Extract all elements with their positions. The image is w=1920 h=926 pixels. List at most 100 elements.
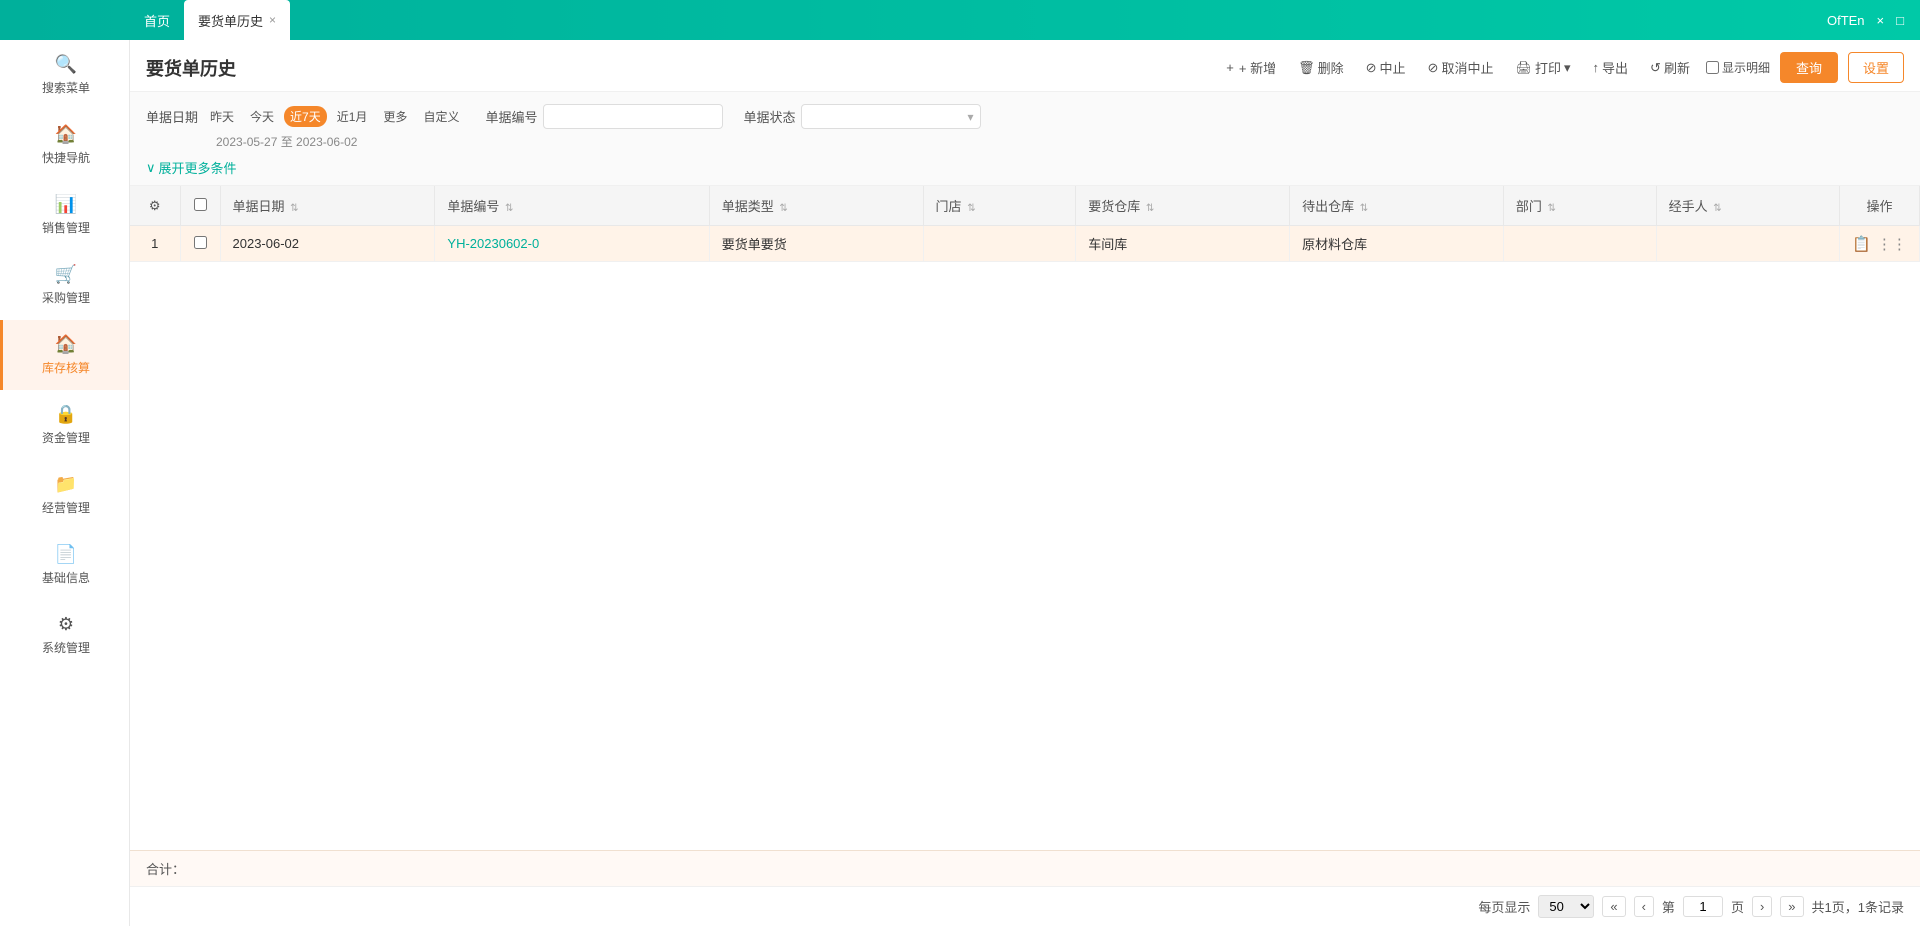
doc-status-select[interactable] xyxy=(801,104,981,129)
row-doc-type: 要货单要货 xyxy=(709,226,923,262)
delete-icon: 🗑 xyxy=(1298,60,1315,76)
tab-requisition-history[interactable]: 要货单历史 × xyxy=(184,0,290,40)
col-settings[interactable]: ⚙ xyxy=(130,186,180,226)
date-btn-1month[interactable]: 近1月 xyxy=(331,106,374,127)
search-icon: 🔍 xyxy=(55,54,77,75)
stop-button[interactable]: ⊘ 中止 xyxy=(1360,54,1412,81)
often-label: OfTEn xyxy=(1827,13,1865,28)
page-size-select[interactable]: 10 20 50 100 xyxy=(1538,895,1594,918)
filter-row: 单据日期 昨天 今天 近7天 近1月 更多 自定义 单据编号 xyxy=(146,104,1904,129)
sidebar-item-quicknav[interactable]: 🏠 快捷导航 xyxy=(0,110,129,180)
query-button[interactable]: 查询 xyxy=(1780,52,1838,83)
stop-icon: ⊘ xyxy=(1366,60,1377,76)
sidebar-item-inventory[interactable]: 🏠 库存核算 xyxy=(0,320,129,390)
print-dropdown-icon: ▾ xyxy=(1564,60,1571,76)
col-pending-warehouse: 待出仓库 ⇅ xyxy=(1290,186,1504,226)
main-layout: 🔍 搜索菜单 🏠 快捷导航 📊 销售管理 🛒 采购管理 🏠 库存核算 🔒 资金管… xyxy=(0,40,1920,926)
prev-page-btn[interactable]: ‹ xyxy=(1634,896,1654,917)
print-button[interactable]: 🖨 打印 ▾ xyxy=(1509,54,1576,81)
doc-no-input[interactable] xyxy=(543,104,723,129)
row-edit-icon[interactable]: 📋 xyxy=(1852,235,1871,253)
col-doc-no: 单据编号 ⇅ xyxy=(435,186,709,226)
sidebar-item-system[interactable]: ⚙ 系统管理 xyxy=(0,600,129,670)
req-warehouse-sort-icon[interactable]: ⇅ xyxy=(1146,203,1154,214)
date-btn-7days[interactable]: 近7天 xyxy=(284,106,327,127)
table-header-row: ⚙ 单据日期 ⇅ 单据编号 ⇅ xyxy=(130,186,1920,226)
date-btn-yesterday[interactable]: 昨天 xyxy=(204,106,240,127)
row-handler xyxy=(1656,226,1839,262)
sidebar-item-basic-info[interactable]: 📄 基础信息 xyxy=(0,530,129,600)
cancel-stop-button[interactable]: ⊘ 取消中止 xyxy=(1422,54,1500,81)
row-checkbox[interactable] xyxy=(194,236,207,249)
top-bar-right: OfTEn × □ xyxy=(1827,13,1920,28)
cancel-stop-icon: ⊘ xyxy=(1428,60,1439,76)
page-title: 要货单历史 xyxy=(146,55,1220,81)
top-bar: 首页 要货单历史 × OfTEn × □ xyxy=(0,0,1920,40)
date-btn-more[interactable]: 更多 xyxy=(377,106,413,127)
doc-type-sort-icon[interactable]: ⇅ xyxy=(779,203,787,214)
pending-warehouse-sort-icon[interactable]: ⇅ xyxy=(1360,203,1368,214)
table-container: ⚙ 单据日期 ⇅ 单据编号 ⇅ xyxy=(130,186,1920,850)
sidebar-item-sales-label: 销售管理 xyxy=(42,219,90,236)
finance-icon: 🔒 xyxy=(55,404,77,425)
row-pending-warehouse: 原材料仓库 xyxy=(1290,226,1504,262)
sidebar-item-finance[interactable]: 🔒 资金管理 xyxy=(0,390,129,460)
display-detail-toggle[interactable]: 显示明细 xyxy=(1706,59,1770,76)
total-label: 合计： xyxy=(146,862,185,877)
col-action: 操作 xyxy=(1840,186,1920,226)
row-req-warehouse: 车间库 xyxy=(1076,226,1290,262)
page-header: 要货单历史 + + 新增 🗑 删除 ⊘ 中止 ⊘ 取消中止 xyxy=(130,40,1920,92)
delete-button[interactable]: 🗑 删除 xyxy=(1292,54,1350,81)
refresh-icon: ↺ xyxy=(1650,60,1661,76)
tab-close-icon[interactable]: × xyxy=(269,13,276,27)
export-button[interactable]: ↑ 导出 xyxy=(1587,54,1635,81)
date-sort-icon[interactable]: ⇅ xyxy=(290,203,298,214)
toolbar: + + 新增 🗑 删除 ⊘ 中止 ⊘ 取消中止 🖨 打印 xyxy=(1220,52,1904,83)
col-handler: 经手人 ⇅ xyxy=(1656,186,1839,226)
expand-more-btn[interactable]: ∨ 展开更多条件 xyxy=(146,156,1904,179)
next-page-btn[interactable]: › xyxy=(1752,896,1772,917)
select-all-checkbox[interactable] xyxy=(194,198,207,211)
sidebar-item-search-label: 搜索菜单 xyxy=(42,79,90,96)
row-checkbox-cell[interactable] xyxy=(180,226,220,262)
col-checkbox-header[interactable] xyxy=(180,186,220,226)
main-table: ⚙ 单据日期 ⇅ 单据编号 ⇅ xyxy=(130,186,1920,262)
new-button[interactable]: + + 新增 xyxy=(1220,54,1282,81)
handler-sort-icon[interactable]: ⇅ xyxy=(1713,203,1721,214)
sidebar-item-system-label: 系统管理 xyxy=(42,639,90,656)
display-detail-label: 显示明细 xyxy=(1722,59,1770,76)
settings-icon: ⚙ xyxy=(149,198,161,213)
page-input[interactable] xyxy=(1683,896,1723,917)
doc-no-sort-icon[interactable]: ⇅ xyxy=(505,203,513,214)
date-filter-label: 单据日期 xyxy=(146,107,198,126)
last-page-btn[interactable]: » xyxy=(1780,896,1803,917)
sidebar-item-operations[interactable]: 📁 经营管理 xyxy=(0,460,129,530)
settings-button[interactable]: 设置 xyxy=(1848,52,1904,83)
sidebar-item-purchase[interactable]: 🛒 采购管理 xyxy=(0,250,129,320)
date-btn-custom[interactable]: 自定义 xyxy=(417,106,465,127)
display-detail-checkbox[interactable] xyxy=(1706,61,1719,74)
row-detail-icon[interactable]: ⋮⋮ xyxy=(1877,235,1907,253)
sidebar-item-search[interactable]: 🔍 搜索菜单 xyxy=(0,40,129,110)
doc-no-link[interactable]: YH-20230602-0 xyxy=(447,236,539,251)
expand-label: 展开更多条件 xyxy=(159,158,237,177)
date-btn-today[interactable]: 今天 xyxy=(244,106,280,127)
pagination: 每页显示 10 20 50 100 « ‹ 第 页 › » 共1页，1条记录 xyxy=(130,886,1920,926)
dept-sort-icon[interactable]: ⇅ xyxy=(1548,203,1556,214)
window-close-icon[interactable]: × xyxy=(1877,13,1885,28)
date-filter-group: 单据日期 昨天 今天 近7天 近1月 更多 自定义 xyxy=(146,106,465,127)
store-sort-icon[interactable]: ⇅ xyxy=(967,203,975,214)
tab-home[interactable]: 首页 xyxy=(130,0,184,40)
date-range-display: 2023-05-27 至 2023-06-02 xyxy=(216,133,1904,150)
footer-total: 合计： xyxy=(130,850,1920,886)
sidebar-item-sales[interactable]: 📊 销售管理 xyxy=(0,180,129,250)
doc-status-label: 单据状态 xyxy=(743,107,795,126)
content-area: 要货单历史 + + 新增 🗑 删除 ⊘ 中止 ⊘ 取消中止 xyxy=(130,40,1920,926)
refresh-button[interactable]: ↺ 刷新 xyxy=(1644,54,1696,81)
first-page-btn[interactable]: « xyxy=(1602,896,1625,917)
window-maximize-icon[interactable]: □ xyxy=(1896,13,1904,28)
inventory-icon: 🏠 xyxy=(55,334,77,355)
doc-status-filter-group: 单据状态 xyxy=(743,104,981,129)
table-row[interactable]: 1 2023-06-02 YH-20230602-0 要货单要货 车间库 原材料… xyxy=(130,226,1920,262)
doc-status-select-wrapper xyxy=(801,104,981,129)
